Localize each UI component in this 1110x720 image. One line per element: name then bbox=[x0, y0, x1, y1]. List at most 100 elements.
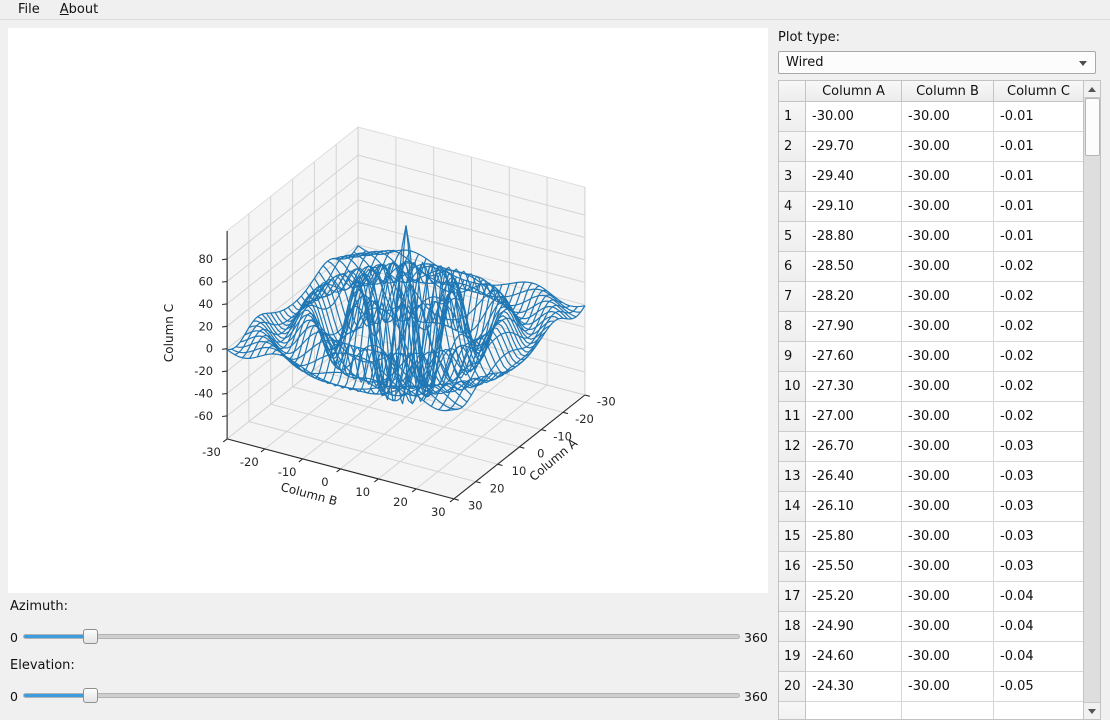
table-cell[interactable]: -30.00 bbox=[902, 312, 994, 342]
table-cell[interactable]: -30.00 bbox=[806, 102, 902, 132]
table-cell[interactable]: -0.05 bbox=[994, 672, 1083, 702]
table-cell[interactable] bbox=[806, 702, 902, 720]
azimuth-slider[interactable]: 0 360 bbox=[8, 629, 770, 645]
row-number-cell[interactable]: 7 bbox=[779, 282, 806, 312]
table-scrollbar[interactable] bbox=[1084, 80, 1101, 720]
table-cell[interactable]: -0.03 bbox=[994, 552, 1083, 582]
table-cell[interactable]: -0.02 bbox=[994, 252, 1083, 282]
row-number-cell[interactable]: 1 bbox=[779, 102, 806, 132]
table-cell[interactable]: -30.00 bbox=[902, 222, 994, 252]
plot-type-select[interactable]: Wired bbox=[778, 51, 1096, 74]
table-cell[interactable]: -29.40 bbox=[806, 162, 902, 192]
menu-file[interactable]: File bbox=[8, 1, 50, 19]
table-cell[interactable]: -30.00 bbox=[902, 192, 994, 222]
table-cell[interactable]: -25.20 bbox=[806, 582, 902, 612]
table-cell[interactable]: -27.90 bbox=[806, 312, 902, 342]
table-cell[interactable]: -0.03 bbox=[994, 492, 1083, 522]
scrollbar-up-button[interactable] bbox=[1084, 81, 1100, 98]
table-cell[interactable]: -30.00 bbox=[902, 372, 994, 402]
elevation-slider[interactable]: 0 360 bbox=[8, 688, 770, 704]
table-cell[interactable]: -0.03 bbox=[994, 522, 1083, 552]
row-number-cell[interactable]: 14 bbox=[779, 492, 806, 522]
table-cell[interactable]: -30.00 bbox=[902, 132, 994, 162]
table-cell[interactable]: -30.00 bbox=[902, 432, 994, 462]
row-number-cell[interactable]: 12 bbox=[779, 432, 806, 462]
plot-canvas[interactable]: -30-20-100102030-30-20-10010203080604020… bbox=[8, 28, 768, 593]
table-cell[interactable]: -30.00 bbox=[902, 162, 994, 192]
column-header[interactable]: Column A bbox=[806, 81, 902, 102]
elevation-slider-track[interactable] bbox=[23, 693, 740, 698]
table-cell[interactable]: -0.04 bbox=[994, 642, 1083, 672]
column-header[interactable]: Column B bbox=[902, 81, 994, 102]
table-cell[interactable]: -30.00 bbox=[902, 252, 994, 282]
table-cell[interactable]: -0.03 bbox=[994, 432, 1083, 462]
table-cell[interactable]: -0.02 bbox=[994, 342, 1083, 372]
wireframe-3d-plot[interactable]: -30-20-100102030-30-20-10010203080604020… bbox=[8, 28, 768, 593]
table-cell[interactable]: -24.60 bbox=[806, 642, 902, 672]
row-number-cell[interactable]: 16 bbox=[779, 552, 806, 582]
table-cell[interactable]: -30.00 bbox=[902, 492, 994, 522]
row-number-cell[interactable]: 10 bbox=[779, 372, 806, 402]
table-cell[interactable]: -26.10 bbox=[806, 492, 902, 522]
table-cell[interactable]: -27.30 bbox=[806, 372, 902, 402]
row-number-cell[interactable]: 20 bbox=[779, 672, 806, 702]
table-cell[interactable]: -26.70 bbox=[806, 432, 902, 462]
scrollbar-thumb[interactable] bbox=[1085, 98, 1100, 156]
row-number-cell[interactable]: 8 bbox=[779, 312, 806, 342]
row-number-cell[interactable] bbox=[779, 702, 806, 720]
table-cell[interactable]: -30.00 bbox=[902, 642, 994, 672]
table-cell[interactable]: -30.00 bbox=[902, 522, 994, 552]
table-cell[interactable] bbox=[994, 702, 1083, 720]
column-header[interactable]: Column C bbox=[994, 81, 1083, 102]
row-number-cell[interactable]: 13 bbox=[779, 462, 806, 492]
table-cell[interactable]: -30.00 bbox=[902, 612, 994, 642]
row-number-cell[interactable]: 5 bbox=[779, 222, 806, 252]
table-cell[interactable]: -0.01 bbox=[994, 162, 1083, 192]
row-number-cell[interactable]: 19 bbox=[779, 642, 806, 672]
row-number-cell[interactable]: 3 bbox=[779, 162, 806, 192]
azimuth-slider-handle[interactable] bbox=[83, 629, 98, 644]
table-cell[interactable]: -0.01 bbox=[994, 192, 1083, 222]
azimuth-slider-track[interactable] bbox=[23, 634, 740, 639]
table-cell[interactable]: -30.00 bbox=[902, 282, 994, 312]
table-cell[interactable]: -30.00 bbox=[902, 462, 994, 492]
table-cell[interactable]: -0.04 bbox=[994, 612, 1083, 642]
table-cell[interactable]: -30.00 bbox=[902, 342, 994, 372]
table-cell[interactable]: -0.04 bbox=[994, 582, 1083, 612]
table-cell[interactable]: -0.02 bbox=[994, 282, 1083, 312]
row-number-cell[interactable]: 11 bbox=[779, 402, 806, 432]
table-cell[interactable]: -28.50 bbox=[806, 252, 902, 282]
table-cell[interactable]: -29.70 bbox=[806, 132, 902, 162]
elevation-slider-handle[interactable] bbox=[83, 688, 98, 703]
table-cell[interactable]: -0.03 bbox=[994, 462, 1083, 492]
table-cell[interactable]: -30.00 bbox=[902, 102, 994, 132]
table-cell[interactable] bbox=[902, 702, 994, 720]
row-number-cell[interactable]: 9 bbox=[779, 342, 806, 372]
table-cell[interactable]: -27.60 bbox=[806, 342, 902, 372]
row-number-cell[interactable]: 4 bbox=[779, 192, 806, 222]
table-cell[interactable]: -24.30 bbox=[806, 672, 902, 702]
table-cell[interactable]: -28.80 bbox=[806, 222, 902, 252]
row-number-cell[interactable]: 15 bbox=[779, 522, 806, 552]
row-number-cell[interactable]: 2 bbox=[779, 132, 806, 162]
table-cell[interactable]: -0.01 bbox=[994, 222, 1083, 252]
menu-about[interactable]: About bbox=[50, 1, 108, 19]
table-cell[interactable]: -28.20 bbox=[806, 282, 902, 312]
table-cell[interactable]: -0.02 bbox=[994, 312, 1083, 342]
table-cell[interactable]: -30.00 bbox=[902, 402, 994, 432]
table-cell[interactable]: -0.01 bbox=[994, 132, 1083, 162]
row-number-cell[interactable]: 6 bbox=[779, 252, 806, 282]
table-cell[interactable]: -0.01 bbox=[994, 102, 1083, 132]
table-cell[interactable]: -25.80 bbox=[806, 522, 902, 552]
table-cell[interactable]: -30.00 bbox=[902, 672, 994, 702]
table-cell[interactable]: -29.10 bbox=[806, 192, 902, 222]
table-cell[interactable]: -25.50 bbox=[806, 552, 902, 582]
row-number-cell[interactable]: 18 bbox=[779, 612, 806, 642]
table-cell[interactable]: -30.00 bbox=[902, 552, 994, 582]
table-cell[interactable]: -0.02 bbox=[994, 402, 1083, 432]
table-cell[interactable]: -0.02 bbox=[994, 372, 1083, 402]
table-cell[interactable]: -27.00 bbox=[806, 402, 902, 432]
scrollbar-down-button[interactable] bbox=[1084, 702, 1100, 719]
table-cell[interactable]: -26.40 bbox=[806, 462, 902, 492]
table-cell[interactable]: -24.90 bbox=[806, 612, 902, 642]
